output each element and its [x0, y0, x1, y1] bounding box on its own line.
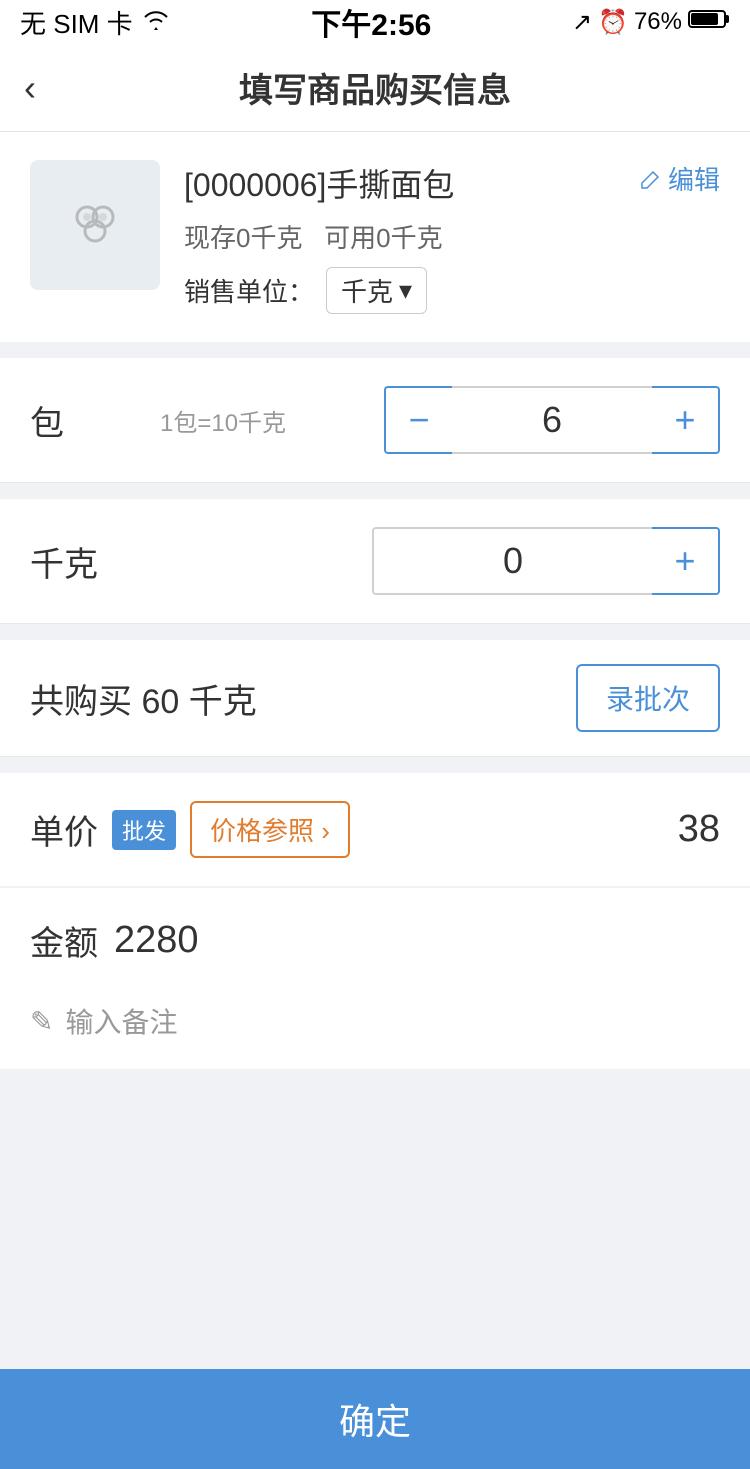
note-placeholder: 输入备注 — [65, 1001, 177, 1041]
note-row[interactable]: ✎ 输入备注 — [30, 985, 720, 1069]
packaging-qty-input[interactable] — [452, 386, 652, 454]
kilograms-increase-button[interactable]: + — [652, 527, 720, 595]
confirm-button[interactable]: 确定 — [0, 1369, 750, 1469]
edit-label: 编辑 — [668, 160, 720, 197]
amount-section: 金额 2280 ✎ 输入备注 — [0, 888, 750, 1069]
price-label-group: 单价 批发 价格参照 › — [30, 801, 350, 858]
status-bar: 无 SIM 卡 下午2:56 ↗ ⏰ 76% — [0, 0, 750, 44]
nav-title: 填写商品购买信息 — [239, 63, 511, 112]
kilograms-section: 千克 + — [0, 499, 750, 624]
product-image — [30, 160, 160, 290]
carrier-text: 无 SIM 卡 — [20, 4, 133, 41]
packaging-decrease-button[interactable]: − — [384, 386, 452, 454]
packaging-section: 包 1包=10千克 − + — [0, 358, 750, 483]
price-label: 单价 — [30, 805, 98, 854]
packaging-row: 包 1包=10千克 − + — [0, 358, 750, 482]
product-unit-row: 销售单位： 千克 ▾ — [184, 267, 720, 314]
kilograms-row: 千克 + — [0, 499, 750, 623]
total-row: 共购买 60 千克 录批次 — [0, 640, 750, 757]
spacer — [0, 1069, 750, 1369]
status-time: 下午2:56 — [311, 0, 431, 44]
location-icon: ↗ — [572, 8, 592, 37]
chevron-down-icon: ▾ — [399, 275, 412, 306]
packaging-increase-button[interactable]: + — [652, 386, 720, 454]
alarm-icon: ⏰ — [598, 8, 628, 37]
pencil-icon: ✎ — [30, 1005, 53, 1038]
kilograms-label: 千克 — [30, 537, 150, 586]
packaging-label: 包 — [30, 396, 150, 445]
batch-tag: 批发 — [112, 810, 176, 850]
product-info: [0000006]手撕面包 编辑 现存0千克 可用0千克 销售单位： 千克 ▾ — [184, 160, 720, 314]
record-batch-button[interactable]: 录批次 — [576, 664, 720, 732]
wifi-icon — [141, 7, 171, 38]
edit-button[interactable]: 编辑 — [640, 160, 720, 197]
product-stock: 现存0千克 可用0千克 — [184, 218, 720, 255]
packaging-qty-control: − + — [384, 386, 720, 454]
price-value: 38 — [678, 808, 720, 851]
price-ref-button[interactable]: 价格参照 › — [190, 801, 350, 858]
status-icons: ↗ ⏰ 76% — [572, 8, 730, 37]
kilograms-qty-input[interactable] — [372, 527, 652, 595]
kilograms-qty-control: + — [372, 527, 720, 595]
nav-bar: ‹ 填写商品购买信息 — [0, 44, 750, 132]
amount-label: 金额 — [30, 916, 98, 965]
price-row: 单价 批发 价格参照 › 38 — [0, 773, 750, 886]
back-button[interactable]: ‹ — [24, 67, 36, 109]
amount-row: 金额 2280 — [30, 916, 720, 965]
product-name: [0000006]手撕面包 — [184, 160, 454, 206]
unit-selector[interactable]: 千克 ▾ — [326, 267, 427, 314]
status-carrier: 无 SIM 卡 — [20, 4, 171, 41]
amount-value: 2280 — [114, 919, 199, 962]
product-card: [0000006]手撕面包 编辑 现存0千克 可用0千克 销售单位： 千克 ▾ — [0, 132, 750, 342]
battery-text: 76% — [634, 8, 682, 36]
back-icon: ‹ — [24, 67, 36, 109]
packaging-hint: 1包=10千克 — [160, 403, 384, 438]
battery-icon — [688, 8, 730, 37]
price-section: 单价 批发 价格参照 › 38 — [0, 757, 750, 888]
total-label: 共购买 60 千克 — [30, 674, 257, 723]
